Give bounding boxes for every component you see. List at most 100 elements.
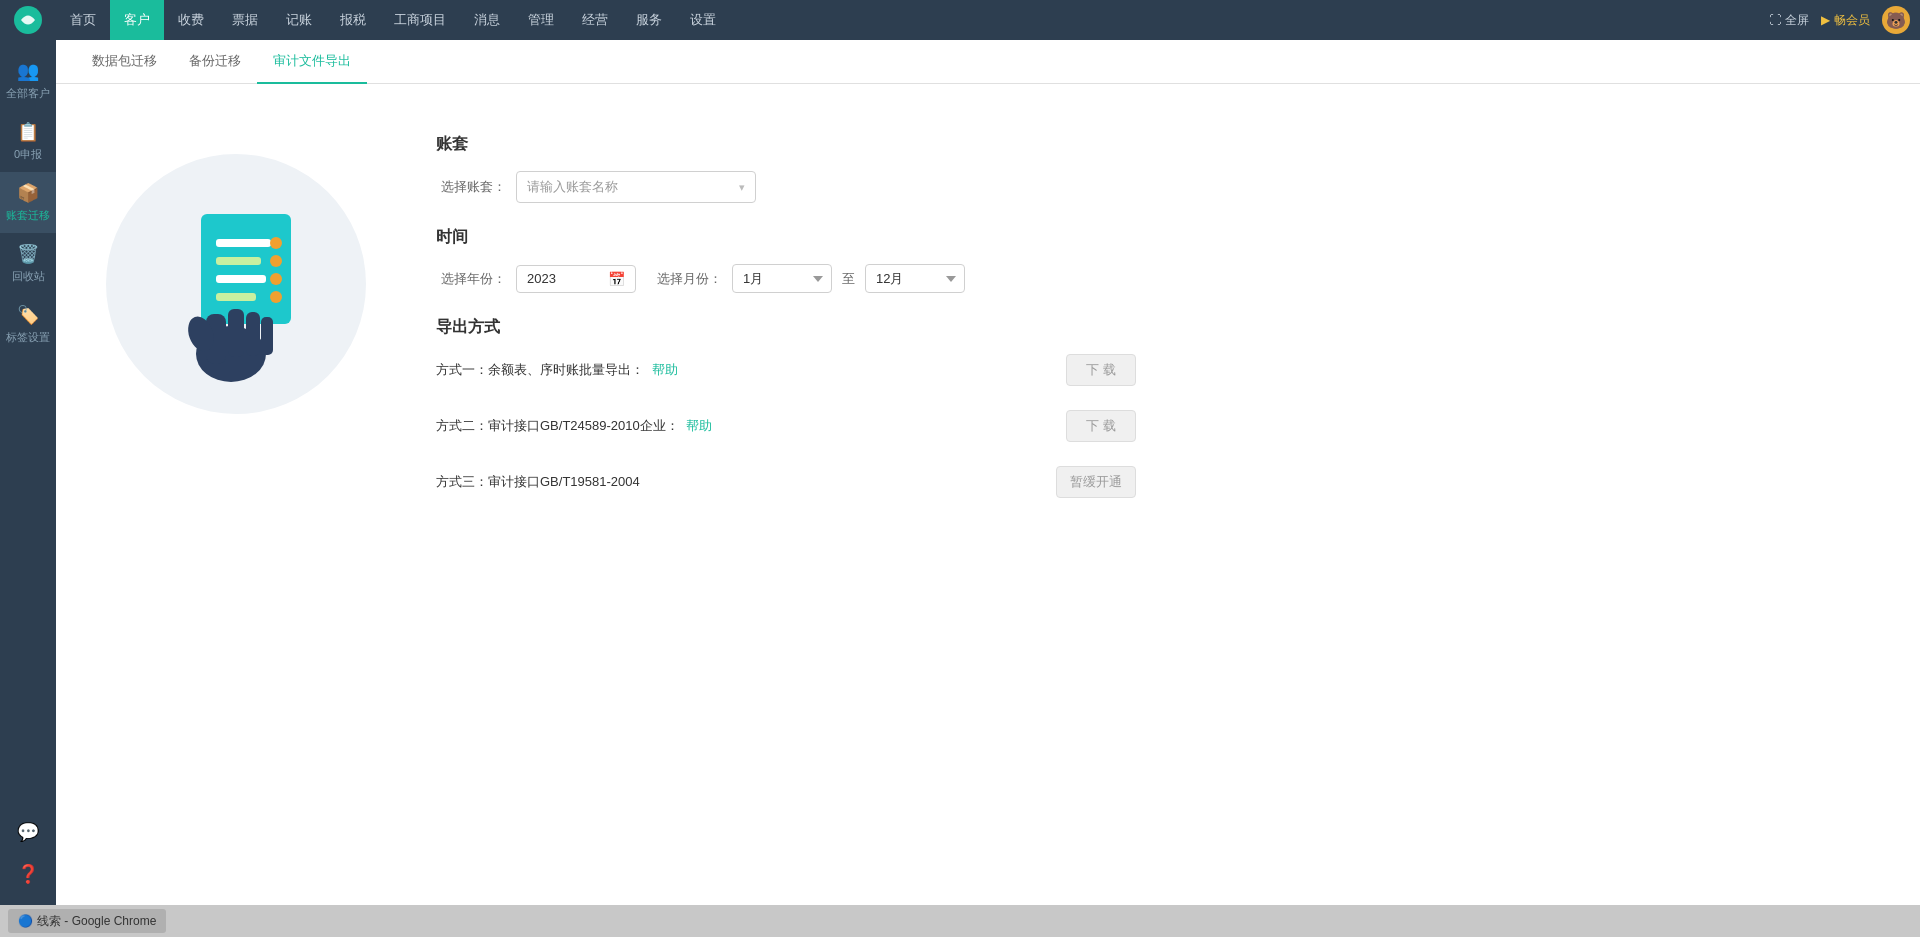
- year-label: 选择年份：: [436, 270, 506, 288]
- nav-bookkeeping[interactable]: 记账: [272, 0, 326, 40]
- chat-icon: 💬: [17, 821, 39, 843]
- calendar-icon: 📅: [608, 271, 625, 287]
- nav-message[interactable]: 消息: [460, 0, 514, 40]
- export-method-3: 方式三：审计接口GB/T19581-2004 暂缓开通: [436, 466, 1136, 498]
- sidebar-label-migration: 账套迁移: [6, 208, 50, 223]
- svg-rect-5: [216, 293, 256, 301]
- svg-rect-13: [246, 312, 260, 356]
- method1-help-link[interactable]: 帮助: [652, 362, 678, 377]
- recycle-icon: 🗑️: [17, 243, 39, 265]
- tab-data-migration[interactable]: 数据包迁移: [76, 40, 173, 84]
- svg-rect-2: [216, 239, 271, 247]
- member-button[interactable]: ▶ 畅会员: [1821, 12, 1870, 29]
- svg-rect-14: [261, 317, 273, 355]
- video-icon: ▶: [1821, 13, 1830, 27]
- method1-download-button[interactable]: 下 载: [1066, 354, 1136, 386]
- svg-point-7: [270, 255, 282, 267]
- month-label: 选择月份：: [652, 270, 722, 288]
- export-method-1: 方式一：余额表、序时账批量导出： 帮助 下 载: [436, 354, 1136, 386]
- declare-icon: 📋: [17, 121, 39, 143]
- account-section-title: 账套: [436, 134, 1136, 155]
- year-input[interactable]: 2023 📅: [516, 265, 636, 293]
- chrome-icon: 🔵: [18, 914, 33, 928]
- svg-rect-3: [216, 257, 261, 265]
- sidebar-item-help[interactable]: ❓: [0, 853, 56, 895]
- method2-label: 方式二：审计接口GB/T24589-2010企业： 帮助: [436, 417, 712, 435]
- tab-audit-export[interactable]: 审计文件导出: [257, 40, 367, 84]
- month-separator: 至: [842, 270, 855, 288]
- svg-rect-4: [216, 275, 266, 283]
- month-end-select[interactable]: 1月 2月 3月 4月 5月 6月 7月 8月 9月 10月 11月 12月: [865, 264, 965, 293]
- svg-rect-12: [228, 309, 244, 357]
- time-row: 选择年份： 2023 📅 选择月份： 1月 2月 3月 4月 5月 6月 7月: [436, 264, 1136, 293]
- account-dropdown-arrow: ▾: [739, 181, 745, 194]
- month-start-select[interactable]: 1月 2月 3月 4月 5月 6月 7月 8月 9月 10月 11月 12月: [732, 264, 832, 293]
- sidebar-item-zero-declare[interactable]: 📋 0申报: [0, 111, 56, 172]
- nav-manage[interactable]: 管理: [514, 0, 568, 40]
- sidebar-label-tag: 标签设置: [6, 330, 50, 345]
- nav-tax[interactable]: 报税: [326, 0, 380, 40]
- illustration-area: [96, 114, 376, 414]
- method3-label: 方式三：审计接口GB/T19581-2004: [436, 473, 640, 491]
- nav-settings[interactable]: 设置: [676, 0, 730, 40]
- top-navigation: 首页 客户 收费 票据 记账 报税 工商项目 消息 管理 经营 服务 设置 ⛶ …: [0, 0, 1920, 40]
- taskbar-chrome-item[interactable]: 🔵 线索 - Google Chrome: [8, 909, 166, 933]
- member-label: 畅会员: [1834, 12, 1870, 29]
- main-wrapper: 👥 全部客户 📋 0申报 📦 账套迁移 🗑️ 回收站 🏷️ 标签设置 💬 ❓: [0, 40, 1920, 905]
- account-label: 选择账套：: [436, 178, 506, 196]
- export-method-2: 方式二：审计接口GB/T24589-2010企业： 帮助 下 载: [436, 410, 1136, 442]
- logo: [10, 2, 46, 38]
- method2-help-link[interactable]: 帮助: [686, 418, 712, 433]
- method1-label-text: 方式一：余额表、序时账批量导出：: [436, 362, 644, 377]
- method3-label-text: 方式三：审计接口GB/T19581-2004: [436, 474, 640, 489]
- method3-coming-soon-button[interactable]: 暂缓开通: [1056, 466, 1136, 498]
- method2-label-text: 方式二：审计接口GB/T24589-2010企业：: [436, 418, 679, 433]
- sidebar-label-customers: 全部客户: [6, 86, 50, 101]
- content-area: 数据包迁移 备份迁移 审计文件导出: [56, 40, 1920, 905]
- svg-point-8: [270, 273, 282, 285]
- taskbar-item-label: 线索 - Google Chrome: [37, 913, 156, 930]
- nav-right: ⛶ 全屏 ▶ 畅会员 🐻: [1769, 6, 1910, 34]
- account-placeholder: 请输入账套名称: [527, 178, 618, 196]
- sidebar-item-account-migration[interactable]: 📦 账套迁移: [0, 172, 56, 233]
- sidebar-bottom: 💬 ❓: [0, 811, 56, 905]
- fullscreen-icon: ⛶: [1769, 13, 1781, 27]
- sidebar-item-recycle[interactable]: 🗑️ 回收站: [0, 233, 56, 294]
- sidebar-item-tag-settings[interactable]: 🏷️ 标签设置: [0, 294, 56, 355]
- nav-invoice[interactable]: 票据: [218, 0, 272, 40]
- avatar[interactable]: 🐻: [1882, 6, 1910, 34]
- tab-backup-migration[interactable]: 备份迁移: [173, 40, 257, 84]
- customers-icon: 👥: [17, 60, 39, 82]
- nav-customer[interactable]: 客户: [110, 0, 164, 40]
- nav-menu: 首页 客户 收费 票据 记账 报税 工商项目 消息 管理 经营 服务 设置: [56, 0, 1769, 40]
- fullscreen-button[interactable]: ⛶ 全屏: [1769, 12, 1809, 29]
- tag-icon: 🏷️: [17, 304, 39, 326]
- account-select-input[interactable]: 请输入账套名称 ▾: [516, 171, 756, 203]
- sidebar-label-recycle: 回收站: [12, 269, 45, 284]
- taskbar: 🔵 线索 - Google Chrome: [0, 905, 1920, 937]
- nav-home[interactable]: 首页: [56, 0, 110, 40]
- sidebar-item-chat[interactable]: 💬: [0, 811, 56, 853]
- time-section-title: 时间: [436, 227, 1136, 248]
- help-icon: ❓: [17, 863, 39, 885]
- illustration-circle: [106, 154, 366, 414]
- account-row: 选择账套： 请输入账套名称 ▾: [436, 171, 1136, 203]
- nav-operation[interactable]: 经营: [568, 0, 622, 40]
- method1-label: 方式一：余额表、序时账批量导出： 帮助: [436, 361, 678, 379]
- nav-business-project[interactable]: 工商项目: [380, 0, 460, 40]
- sidebar: 👥 全部客户 📋 0申报 📦 账套迁移 🗑️ 回收站 🏷️ 标签设置 💬 ❓: [0, 40, 56, 905]
- nav-service[interactable]: 服务: [622, 0, 676, 40]
- nav-billing[interactable]: 收费: [164, 0, 218, 40]
- form-area: 账套 选择账套： 请输入账套名称 ▾ 时间 选择年份： 2023 📅: [436, 114, 1136, 522]
- sidebar-label-declare: 0申报: [14, 147, 42, 162]
- method2-download-button[interactable]: 下 载: [1066, 410, 1136, 442]
- page-content: 账套 选择账套： 请输入账套名称 ▾ 时间 选择年份： 2023 📅: [56, 84, 1920, 905]
- svg-point-6: [270, 237, 282, 249]
- tab-bar: 数据包迁移 备份迁移 审计文件导出: [56, 40, 1920, 84]
- svg-point-9: [270, 291, 282, 303]
- sidebar-item-all-customers[interactable]: 👥 全部客户: [0, 50, 56, 111]
- export-section-title: 导出方式: [436, 317, 1136, 338]
- migration-icon: 📦: [17, 182, 39, 204]
- year-value: 2023: [527, 271, 604, 286]
- fullscreen-label: 全屏: [1785, 12, 1809, 29]
